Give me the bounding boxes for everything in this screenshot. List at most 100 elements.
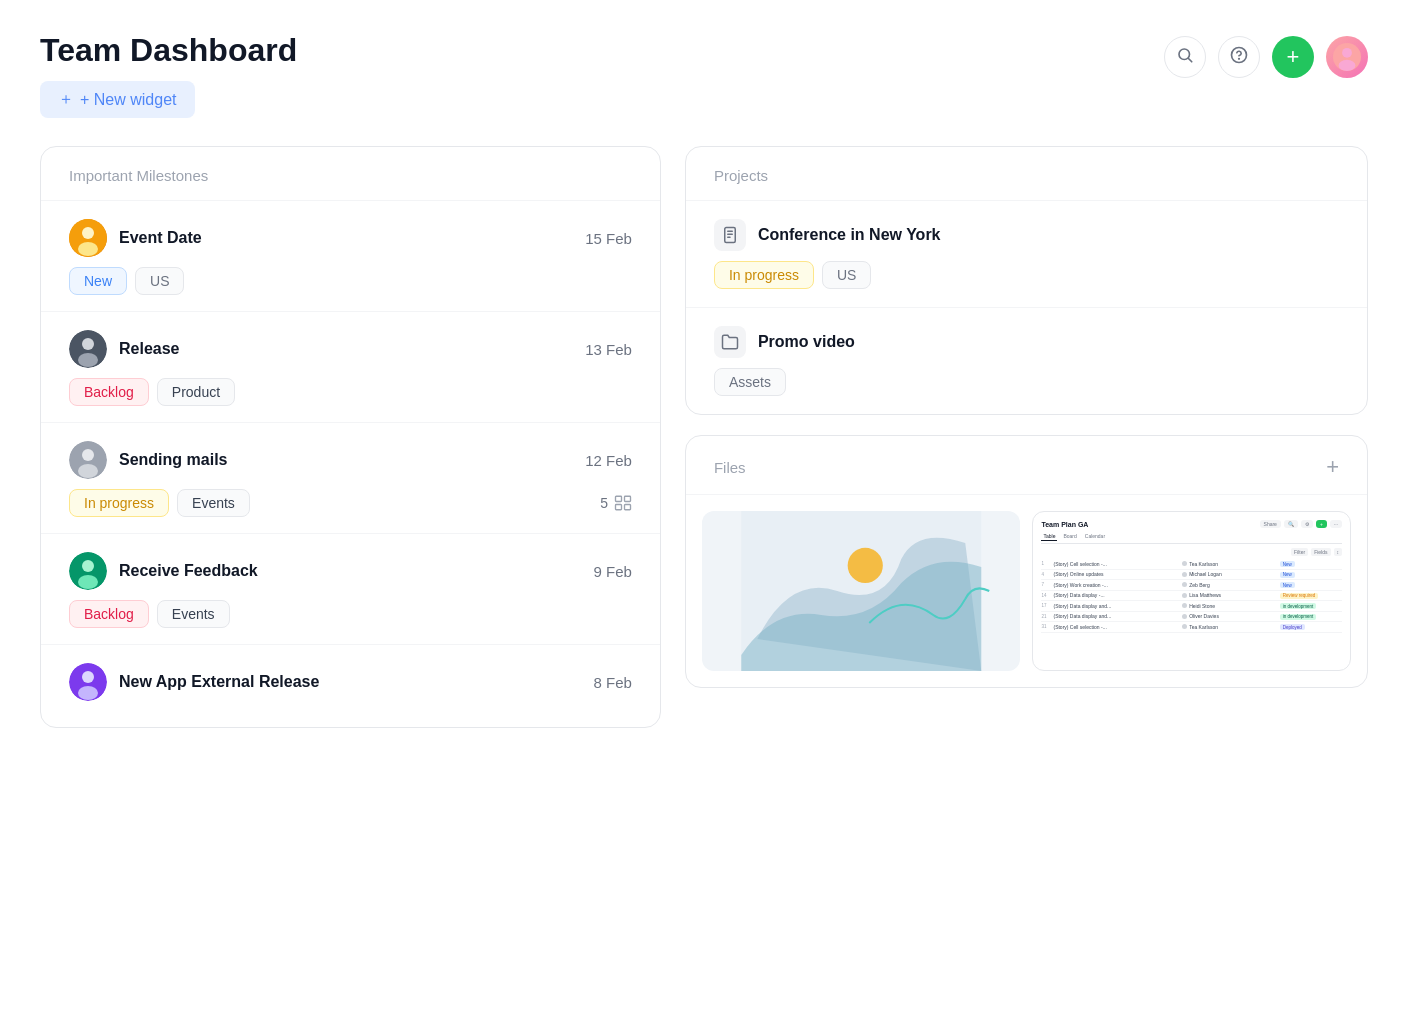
milestone-row-5: New App External Release 8 Feb xyxy=(41,645,660,727)
tag-us-p1: US xyxy=(822,261,871,289)
svg-point-5 xyxy=(1342,48,1352,58)
project-tags-2: Assets xyxy=(714,368,1339,396)
search-icon xyxy=(1176,46,1194,69)
milestone-date-5: 8 Feb xyxy=(594,674,632,691)
svg-point-14 xyxy=(82,449,94,461)
milestone-avatar-4 xyxy=(69,552,107,590)
files-add-button[interactable]: + xyxy=(1326,456,1339,478)
milestone-avatar-1 xyxy=(69,219,107,257)
fields-btn: Fields xyxy=(1311,548,1330,556)
milestone-name-3: Sending mails xyxy=(119,451,227,469)
milestone-name-2: Release xyxy=(119,340,180,358)
subtask-number: 5 xyxy=(600,495,608,511)
search-action: 🔍 xyxy=(1284,520,1298,528)
project-top-2: Promo video xyxy=(714,326,1339,358)
mini-filter-row: Filter Fields ↕ xyxy=(1041,548,1342,556)
milestone-tags-4: Backlog Events xyxy=(69,600,632,628)
milestone-row: Event Date 15 Feb New US xyxy=(41,201,660,312)
more-action: ··· xyxy=(1330,520,1342,528)
new-widget-label: + New widget xyxy=(80,91,177,109)
tag-events-3: Events xyxy=(177,489,250,517)
mini-table-row: 1 (Story) Cell selection -... Tea Karlss… xyxy=(1041,559,1342,570)
add-icon: + xyxy=(1287,44,1300,70)
svg-rect-19 xyxy=(624,505,630,510)
milestones-card: Important Milestones Event Date 15 Feb N… xyxy=(40,146,661,728)
mini-actions: Share 🔍 ⚙ + ··· xyxy=(1260,520,1342,528)
mini-table-row: 4 (Story) Online updates Michael Logan N… xyxy=(1041,570,1342,581)
tag-product-2: Product xyxy=(157,378,235,406)
svg-point-22 xyxy=(78,575,98,589)
milestone-date-2: 13 Feb xyxy=(585,341,632,358)
tag-inprogress-p1: In progress xyxy=(714,261,814,289)
svg-point-25 xyxy=(78,686,98,700)
mini-tab-calendar: Calendar xyxy=(1083,532,1107,541)
file-thumb-art[interactable] xyxy=(702,511,1021,671)
plus-icon: ＋ xyxy=(58,89,74,110)
tag-backlog-4: Backlog xyxy=(69,600,149,628)
files-grid: Team Plan GA Share 🔍 ⚙ + ··· Table Board… xyxy=(686,495,1367,687)
milestone-avatar-3 xyxy=(69,441,107,479)
help-button[interactable] xyxy=(1218,36,1260,78)
tag-us: US xyxy=(135,267,184,295)
milestone-top-4: Receive Feedback 9 Feb xyxy=(69,552,632,590)
milestone-tags-3: In progress Events xyxy=(69,489,250,517)
milestone-avatar-5 xyxy=(69,663,107,701)
search-button[interactable] xyxy=(1164,36,1206,78)
mini-tab-table: Table xyxy=(1041,532,1057,541)
files-header: Files + xyxy=(686,436,1367,495)
svg-rect-17 xyxy=(624,496,630,501)
tag-inprogress-3: In progress xyxy=(69,489,169,517)
svg-point-6 xyxy=(1339,60,1356,71)
milestone-date-4: 9 Feb xyxy=(594,563,632,580)
svg-point-9 xyxy=(78,242,98,256)
svg-point-15 xyxy=(78,464,98,478)
project-top-1: Conference in New York xyxy=(714,219,1339,251)
svg-point-31 xyxy=(848,548,883,583)
svg-point-8 xyxy=(82,227,94,239)
milestones-header: Important Milestones xyxy=(41,147,660,201)
file-thumb-table[interactable]: Team Plan GA Share 🔍 ⚙ + ··· Table Board… xyxy=(1032,511,1351,671)
mini-tab-board: Board xyxy=(1061,532,1078,541)
milestone-row-2: Release 13 Feb Backlog Product xyxy=(41,312,660,423)
filter-btn: Filter xyxy=(1291,548,1308,556)
milestone-left-4: Receive Feedback xyxy=(69,552,258,590)
header-right: + xyxy=(1164,36,1368,78)
mini-table: 1 (Story) Cell selection -... Tea Karlss… xyxy=(1041,559,1342,633)
milestone-name-1: Event Date xyxy=(119,229,202,247)
tag-new: New xyxy=(69,267,127,295)
milestone-left-2: Release xyxy=(69,330,180,368)
milestone-top-5: New App External Release 8 Feb xyxy=(69,663,632,701)
add-button[interactable]: + xyxy=(1272,36,1314,78)
help-icon xyxy=(1230,46,1248,69)
mini-table-row: 17 (Story) Data display and... Heidi Sto… xyxy=(1041,601,1342,612)
new-widget-button[interactable]: ＋ + New widget xyxy=(40,81,195,118)
project-tags-1: In progress US xyxy=(714,261,1339,289)
projects-card: Projects Conference in New York In progr… xyxy=(685,146,1368,415)
svg-rect-16 xyxy=(615,496,621,501)
milestone-top-1: Event Date 15 Feb xyxy=(69,219,632,257)
svg-point-12 xyxy=(78,353,98,367)
tag-events-4: Events xyxy=(157,600,230,628)
sort-btn: ↕ xyxy=(1334,548,1343,556)
milestone-avatar-2 xyxy=(69,330,107,368)
project-name-2: Promo video xyxy=(758,333,855,351)
milestone-left-1: Event Date xyxy=(69,219,202,257)
main-layout: Important Milestones Event Date 15 Feb N… xyxy=(40,146,1368,728)
milestone-tags-2: Backlog Product xyxy=(69,378,632,406)
svg-rect-18 xyxy=(615,505,621,510)
green-action: + xyxy=(1316,520,1327,528)
mini-table-row: 31 (Story) Cell selection -... Tea Karls… xyxy=(1041,622,1342,633)
mini-table-row: 21 (Story) Data display and... Oliver Da… xyxy=(1041,612,1342,623)
svg-point-11 xyxy=(82,338,94,350)
user-avatar[interactable] xyxy=(1326,36,1368,78)
milestone-tags-1: New US xyxy=(69,267,632,295)
milestone-row-3: Sending mails 12 Feb In progress Events … xyxy=(41,423,660,534)
project-item-2: Promo video Assets xyxy=(686,308,1367,414)
project-icon-1 xyxy=(714,219,746,251)
svg-point-21 xyxy=(82,560,94,572)
mini-table-header: Team Plan GA Share 🔍 ⚙ + ··· xyxy=(1041,520,1342,528)
settings-action: ⚙ xyxy=(1301,520,1313,528)
subtask-count-3: 5 xyxy=(600,494,632,512)
milestone-top-2: Release 13 Feb xyxy=(69,330,632,368)
milestone-left-3: Sending mails xyxy=(69,441,227,479)
